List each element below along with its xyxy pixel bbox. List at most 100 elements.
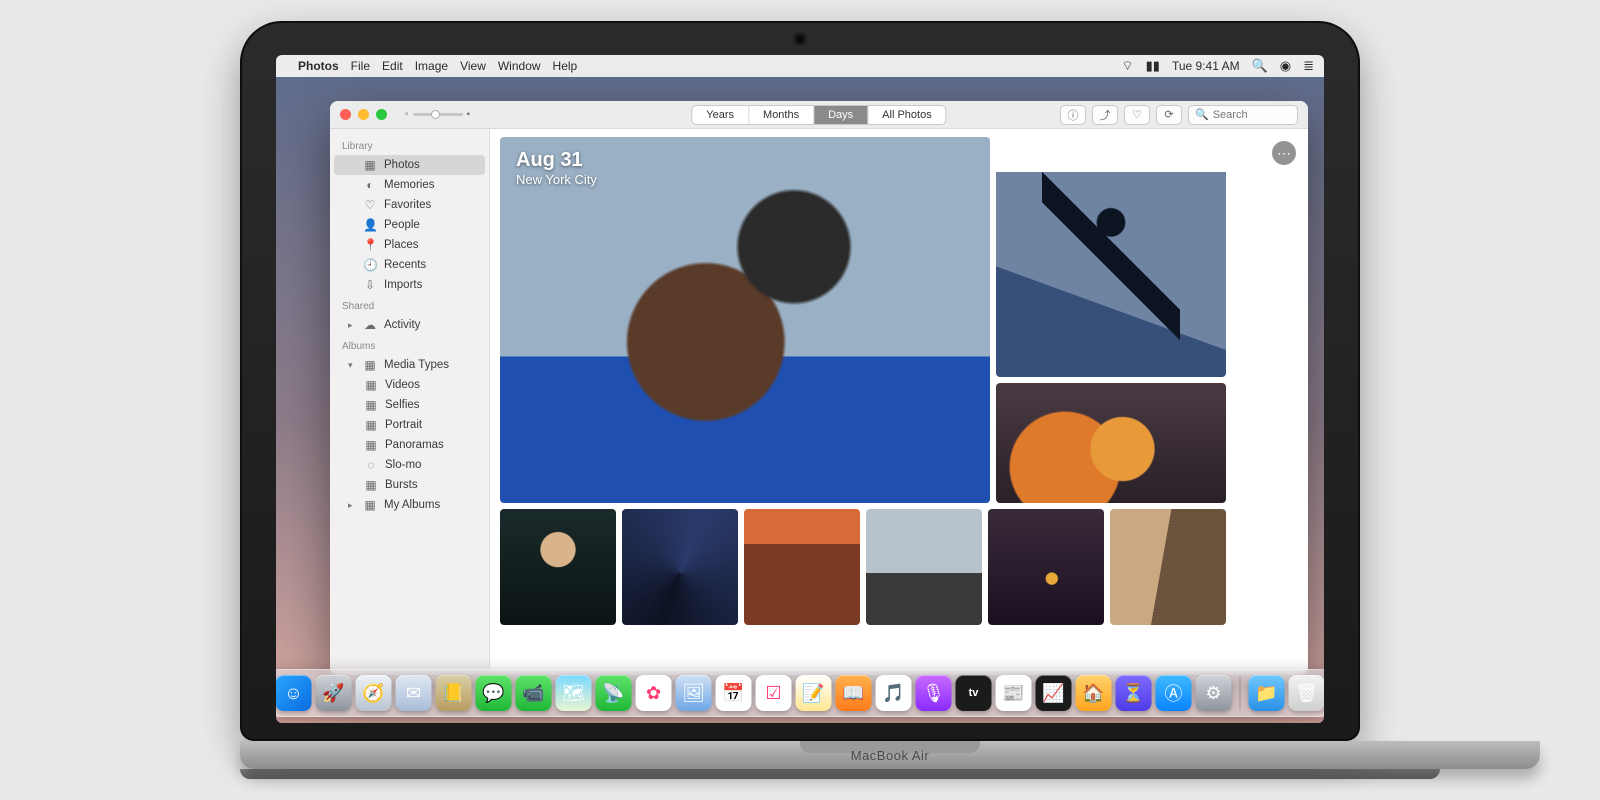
close-button[interactable]: [340, 109, 351, 120]
search-input[interactable]: [1213, 109, 1291, 121]
sidebar-item-places[interactable]: 📍Places: [334, 235, 485, 255]
search-field[interactable]: 🔍: [1188, 105, 1298, 125]
sidebar-item-label: Activity: [384, 319, 420, 331]
disclosure-triangle-icon[interactable]: ▾: [348, 360, 356, 371]
thumbnail-zoom-slider[interactable]: ▫▪: [405, 109, 470, 120]
notification-center-icon[interactable]: ≣: [1303, 58, 1314, 74]
dock-app-settings[interactable]: ⚙: [1196, 675, 1232, 711]
desktop: Photos File Edit Image View Window Help …: [276, 55, 1324, 723]
dock-app-maps[interactable]: 🗺: [556, 675, 592, 711]
sidebar-item-label: Portrait: [385, 419, 422, 431]
sidebar-item-label: Imports: [384, 279, 422, 291]
sidebar-item-favorites[interactable]: ♡Favorites: [334, 195, 485, 215]
sidebar-item-slo-mo[interactable]: ◌Slo-mo: [334, 455, 485, 475]
dock-app-facetime[interactable]: 📹: [516, 675, 552, 711]
dock-app-music[interactable]: 🎵: [876, 675, 912, 711]
dock-app-news[interactable]: 📰: [996, 675, 1032, 711]
zoom-button[interactable]: [376, 109, 387, 120]
dock-app-appstore[interactable]: Ⓐ: [1156, 675, 1192, 711]
segment-years[interactable]: Years: [692, 106, 749, 124]
photo-thumb[interactable]: [1110, 509, 1226, 625]
menu-file[interactable]: File: [351, 59, 370, 73]
photo-tile[interactable]: [996, 137, 1226, 377]
dock-app-screentime[interactable]: ⏳: [1116, 675, 1152, 711]
siri-icon[interactable]: ◉: [1280, 58, 1291, 74]
photo-thumb[interactable]: [866, 509, 982, 625]
sidebar-item-icon: ▦: [364, 378, 378, 392]
photo-tile[interactable]: [996, 383, 1226, 503]
sidebar-item-portrait[interactable]: ▦Portrait: [334, 415, 485, 435]
menu-image[interactable]: Image: [415, 59, 448, 73]
laptop-base: [240, 769, 1440, 779]
photo-thumb[interactable]: [622, 509, 738, 625]
disclosure-triangle-icon[interactable]: ▸: [348, 500, 356, 511]
info-button[interactable]: ⓘ: [1060, 105, 1086, 125]
wifi-icon[interactable]: ⌔: [1121, 58, 1133, 74]
dock-app-calendar[interactable]: 📅: [716, 675, 752, 711]
laptop-lid: Photos File Edit Image View Window Help …: [240, 21, 1360, 741]
menubar-clock[interactable]: Tue 9:41 AM: [1172, 59, 1240, 73]
favorite-button[interactable]: ♡: [1124, 105, 1150, 125]
dock-app-downloads[interactable]: 📁: [1249, 675, 1285, 711]
photo-thumb[interactable]: [500, 509, 616, 625]
dock-app-messages[interactable]: 💬: [476, 675, 512, 711]
sidebar-section-shared: Shared: [330, 295, 489, 315]
segment-all-photos[interactable]: All Photos: [868, 106, 946, 124]
share-button[interactable]: ⤴: [1092, 105, 1118, 125]
sidebar-item-panoramas[interactable]: ▦Panoramas: [334, 435, 485, 455]
dock-app-books[interactable]: 📖: [836, 675, 872, 711]
dock-app-mail[interactable]: ✉: [396, 675, 432, 711]
sidebar-item-label: Recents: [384, 259, 426, 271]
sidebar-item-selfies[interactable]: ▦ Selfies: [334, 395, 485, 415]
sidebar-item-people[interactable]: 👤People: [334, 215, 485, 235]
photo-thumb[interactable]: [744, 509, 860, 625]
dock-app-safari[interactable]: 🧭: [356, 675, 392, 711]
rotate-button[interactable]: ⟳: [1156, 105, 1182, 125]
sidebar-item-label: Selfies: [385, 399, 420, 411]
sidebar-item-label: Memories: [384, 179, 434, 191]
dock-app-photos[interactable]: ✿: [636, 675, 672, 711]
sidebar-item-activity[interactable]: ▸☁Activity: [334, 315, 485, 335]
segment-days[interactable]: Days: [814, 106, 868, 124]
photo-thumb[interactable]: [988, 509, 1104, 625]
menubar-appname[interactable]: Photos: [298, 59, 339, 73]
hero-overlay: Aug 31 New York City: [516, 149, 597, 187]
spotlight-icon[interactable]: 🔍: [1252, 58, 1268, 74]
disclosure-triangle-icon[interactable]: ▸: [348, 320, 356, 331]
sidebar-item-imports[interactable]: ⇩Imports: [334, 275, 485, 295]
menu-help[interactable]: Help: [553, 59, 578, 73]
sidebar-item-recents[interactable]: 🕘Recents: [334, 255, 485, 275]
sidebar-item-label: Slo-mo: [385, 459, 421, 471]
photos-window: ▫▪ YearsMonthsDaysAll Photos ⓘ ⤴ ♡ ⟳ 🔍: [330, 101, 1308, 675]
hero-location: New York City: [516, 172, 597, 187]
sidebar-item-my-albums[interactable]: ▸▦My Albums: [334, 495, 485, 515]
sidebar-item-bursts[interactable]: ▦Bursts: [334, 475, 485, 495]
dock-app-launchpad[interactable]: 🚀: [316, 675, 352, 711]
menu-view[interactable]: View: [460, 59, 486, 73]
dock-app-reminders[interactable]: ☑: [756, 675, 792, 711]
segment-months[interactable]: Months: [749, 106, 814, 124]
dock-app-preview[interactable]: 🖼: [676, 675, 712, 711]
minimize-button[interactable]: [358, 109, 369, 120]
sidebar-item-icon: ▦: [364, 398, 378, 412]
sidebar-item-label: Favorites: [384, 199, 431, 211]
dock-app-trash[interactable]: 🗑: [1289, 675, 1325, 711]
dock-app-findmy[interactable]: 📡: [596, 675, 632, 711]
dock-app-home[interactable]: 🏠: [1076, 675, 1112, 711]
dock-app-tv[interactable]: tv: [956, 675, 992, 711]
dock-app-podcasts[interactable]: 🎙: [916, 675, 952, 711]
sidebar-item-memories[interactable]: ◐Memories: [334, 175, 485, 195]
battery-icon[interactable]: ▮▮: [1146, 58, 1160, 74]
sidebar-item-photos[interactable]: ▦Photos: [334, 155, 485, 175]
menu-edit[interactable]: Edit: [382, 59, 403, 73]
sidebar-item-videos[interactable]: ▦Videos: [334, 375, 485, 395]
more-options-button[interactable]: ⋯: [1272, 141, 1296, 165]
sidebar-item-media-types[interactable]: ▾▦Media Types: [334, 355, 485, 375]
menu-window[interactable]: Window: [498, 59, 541, 73]
dock-separator: [1240, 676, 1241, 710]
dock-app-notes[interactable]: 📝: [796, 675, 832, 711]
hero-photo[interactable]: Aug 31 New York City: [500, 137, 990, 503]
dock-app-stocks[interactable]: 📈: [1036, 675, 1072, 711]
dock-app-contacts[interactable]: 📒: [436, 675, 472, 711]
dock-app-finder[interactable]: ☺: [276, 675, 312, 711]
